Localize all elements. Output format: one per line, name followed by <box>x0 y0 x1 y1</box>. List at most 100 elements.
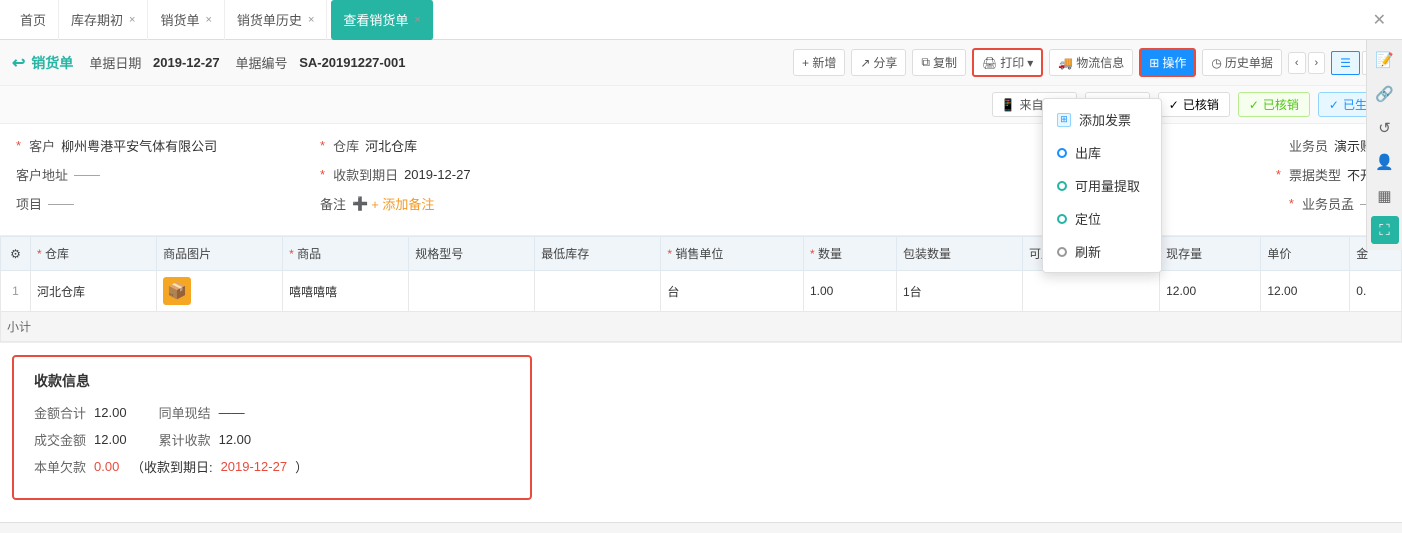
print-button[interactable]: 🖨 打印 ▾ <box>972 48 1043 77</box>
sold-icon: ✓ <box>1249 98 1259 112</box>
logistics-button[interactable]: 🚚 物流信息 <box>1049 49 1133 76</box>
ship-out-icon <box>1057 148 1067 158</box>
locate-icon <box>1057 214 1067 224</box>
dropdown-ship-out[interactable]: 出库 <box>1043 136 1161 169</box>
subtotal-row: 小计 <box>1 312 1402 342</box>
list-view-button[interactable]: ☰ <box>1331 51 1360 75</box>
doc-title-text: 销货单 <box>31 53 73 73</box>
tab-sales[interactable]: 销货单 × <box>148 0 224 40</box>
subtotal-label: 小计 <box>1 312 1402 342</box>
payment-box: 收款信息 金额合计 12.00 同单现结 —— 成交金额 12.00 <box>12 355 532 500</box>
row-available <box>1023 271 1160 312</box>
doc-date-label: 单据日期 2019-12-27 <box>89 53 219 72</box>
col-pack-qty: 包装数量 <box>896 237 1022 271</box>
settings-icon: ⚙ <box>10 247 21 261</box>
product-image: 📦 <box>163 277 191 305</box>
refresh-icon <box>1057 247 1067 257</box>
next-button[interactable]: › <box>1308 52 1326 74</box>
available-qty-icon <box>1057 181 1067 191</box>
row-min-stock <box>535 271 661 312</box>
close-view-sales-tab[interactable]: × <box>414 14 420 26</box>
sidebar-expand-icon[interactable]: ⛶ <box>1371 216 1399 244</box>
doc-header: ↩ 销货单 单据日期 2019-12-27 单据编号 SA-20191227-0… <box>0 40 1402 86</box>
col-unit: 销售单位 <box>661 237 804 271</box>
due-date-field: * 收款到期日 2019-12-27 <box>320 165 600 184</box>
payment-section: 收款信息 金额合计 12.00 同单现结 —— 成交金额 12.00 <box>0 343 1402 522</box>
row-price: 12.00 <box>1261 271 1350 312</box>
tab-home[interactable]: 首页 <box>8 0 59 40</box>
add-note-icon: ➕ <box>352 196 368 212</box>
row-unit: 台 <box>661 271 804 312</box>
effective-icon: ✓ <box>1329 98 1339 112</box>
right-sidebar: 📝 🔗 ↺ 👤 ▦ ⛶ <box>1366 40 1402 250</box>
payment-title: 收款信息 <box>34 371 510 391</box>
table-row: 1 河北仓库 📦 嘻嘻嘻嘻 台 1.00 1台 12.00 12.00 <box>1 271 1402 312</box>
note-field: 备注 ➕ + 添加备注 <box>320 194 600 213</box>
confirm-button[interactable]: ✓ 已核销 <box>1158 92 1230 117</box>
dropdown-available-qty[interactable]: 可用量提取 <box>1043 169 1161 202</box>
prev-button[interactable]: ‹ <box>1288 52 1306 74</box>
payment-row-2: 成交金额 12.00 累计收款 12.00 <box>34 430 510 449</box>
form-row-2: 客户地址 —— * 收款到期日 2019-12-27 * 票据类型 不开票 <box>16 165 1386 184</box>
tab-inventory[interactable]: 库存期初 × <box>59 0 148 40</box>
total-field: 金额合计 12.00 <box>34 403 127 422</box>
row-product: 嘻嘻嘻嘻 <box>283 271 409 312</box>
col-product: 商品 <box>283 237 409 271</box>
col-warehouse: 仓库 <box>31 237 157 271</box>
payment-row-3: 本单欠款 0.00 （收款到期日: 2019-12-27 ） <box>34 457 510 476</box>
add-invoice-icon: ⊞ <box>1057 113 1071 127</box>
close-sales-tab[interactable]: × <box>205 14 211 26</box>
row-spec <box>409 271 535 312</box>
balance-field: 本单欠款 0.00 （收款到期日: 2019-12-27 ） <box>34 457 308 476</box>
dropdown-add-invoice[interactable]: ⊞ 添加发票 <box>1043 103 1161 136</box>
sidebar-user-icon[interactable]: 👤 <box>1371 148 1399 176</box>
document-container: ↩ 销货单 单据日期 2019-12-27 单据编号 SA-20191227-0… <box>0 40 1402 523</box>
close-inventory-tab[interactable]: × <box>129 14 135 26</box>
row-number: 1 <box>1 271 31 312</box>
col-stock: 现存量 <box>1160 237 1261 271</box>
col-spec: 规格型号 <box>409 237 535 271</box>
dropdown-refresh[interactable]: 刷新 <box>1043 235 1161 268</box>
copy-icon: ⧉ <box>921 55 930 70</box>
window-close-button[interactable]: ✕ <box>1365 10 1394 30</box>
sold-button[interactable]: ✓ 已核销 <box>1238 92 1310 117</box>
form-row-1: * 客户 柳州粤港平安气体有限公司 * 仓库 河北仓库 业务员 演示账号 <box>16 136 1386 155</box>
row-qty: 1.00 <box>803 271 896 312</box>
print-icon: 🖨 <box>982 56 997 70</box>
copy-button[interactable]: ⧉ 复制 <box>912 49 966 76</box>
tab-view-sales[interactable]: 查看销货单 × <box>331 0 433 40</box>
sidebar-table-icon[interactable]: ▦ <box>1371 182 1399 210</box>
operations-button[interactable]: ⊞ 操作 <box>1139 48 1196 77</box>
dropdown-locate[interactable]: 定位 <box>1043 202 1161 235</box>
confirm-icon: ✓ <box>1169 98 1179 112</box>
doc-number-label: 单据编号 SA-20191227-001 <box>236 53 406 72</box>
cumulative-field: 累计收款 12.00 <box>159 430 252 449</box>
customer-field: * 客户 柳州粤港平安气体有限公司 <box>16 136 296 155</box>
close-history-tab[interactable]: × <box>308 14 314 26</box>
sidebar-edit-icon[interactable]: 📝 <box>1371 46 1399 74</box>
col-image: 商品图片 <box>157 237 283 271</box>
single-settlement-field: 同单现结 —— <box>159 403 245 422</box>
row-image: 📦 <box>157 271 283 312</box>
print-dropdown-arrow: ▾ <box>1027 56 1033 70</box>
operations-icon: ⊞ <box>1149 56 1159 70</box>
product-table: ⚙ 仓库 商品图片 商品 规格型号 最低库存 销售单位 数量 包装数量 可用量 … <box>0 236 1402 342</box>
history-button[interactable]: ◷ 历史单据 <box>1202 49 1282 76</box>
project-field: 项目 —— <box>16 194 296 213</box>
sidebar-link-icon[interactable]: 🔗 <box>1371 80 1399 108</box>
tab-sales-history[interactable]: 销货单历史 × <box>225 0 327 40</box>
share-icon: ↗ <box>860 56 870 70</box>
new-button[interactable]: + 新增 <box>793 49 845 76</box>
warehouse-field: * 仓库 河北仓库 <box>320 136 600 155</box>
row-warehouse: 河北仓库 <box>31 271 157 312</box>
row-pack-qty: 1台 <box>896 271 1022 312</box>
col-settings: ⚙ <box>1 237 31 271</box>
add-note-button[interactable]: ➕ + 添加备注 <box>352 194 434 213</box>
deal-amount-field: 成交金额 12.00 <box>34 430 127 449</box>
share-button[interactable]: ↗ 分享 <box>851 49 906 76</box>
sidebar-rotate-icon[interactable]: ↺ <box>1371 114 1399 142</box>
operations-dropdown: ⊞ 添加发票 出库 可用量提取 定位 刷新 <box>1042 98 1162 273</box>
payment-row-1: 金额合计 12.00 同单现结 —— <box>34 403 510 422</box>
col-min-stock: 最低库存 <box>535 237 661 271</box>
doc-title-icon: ↩ <box>12 53 25 73</box>
